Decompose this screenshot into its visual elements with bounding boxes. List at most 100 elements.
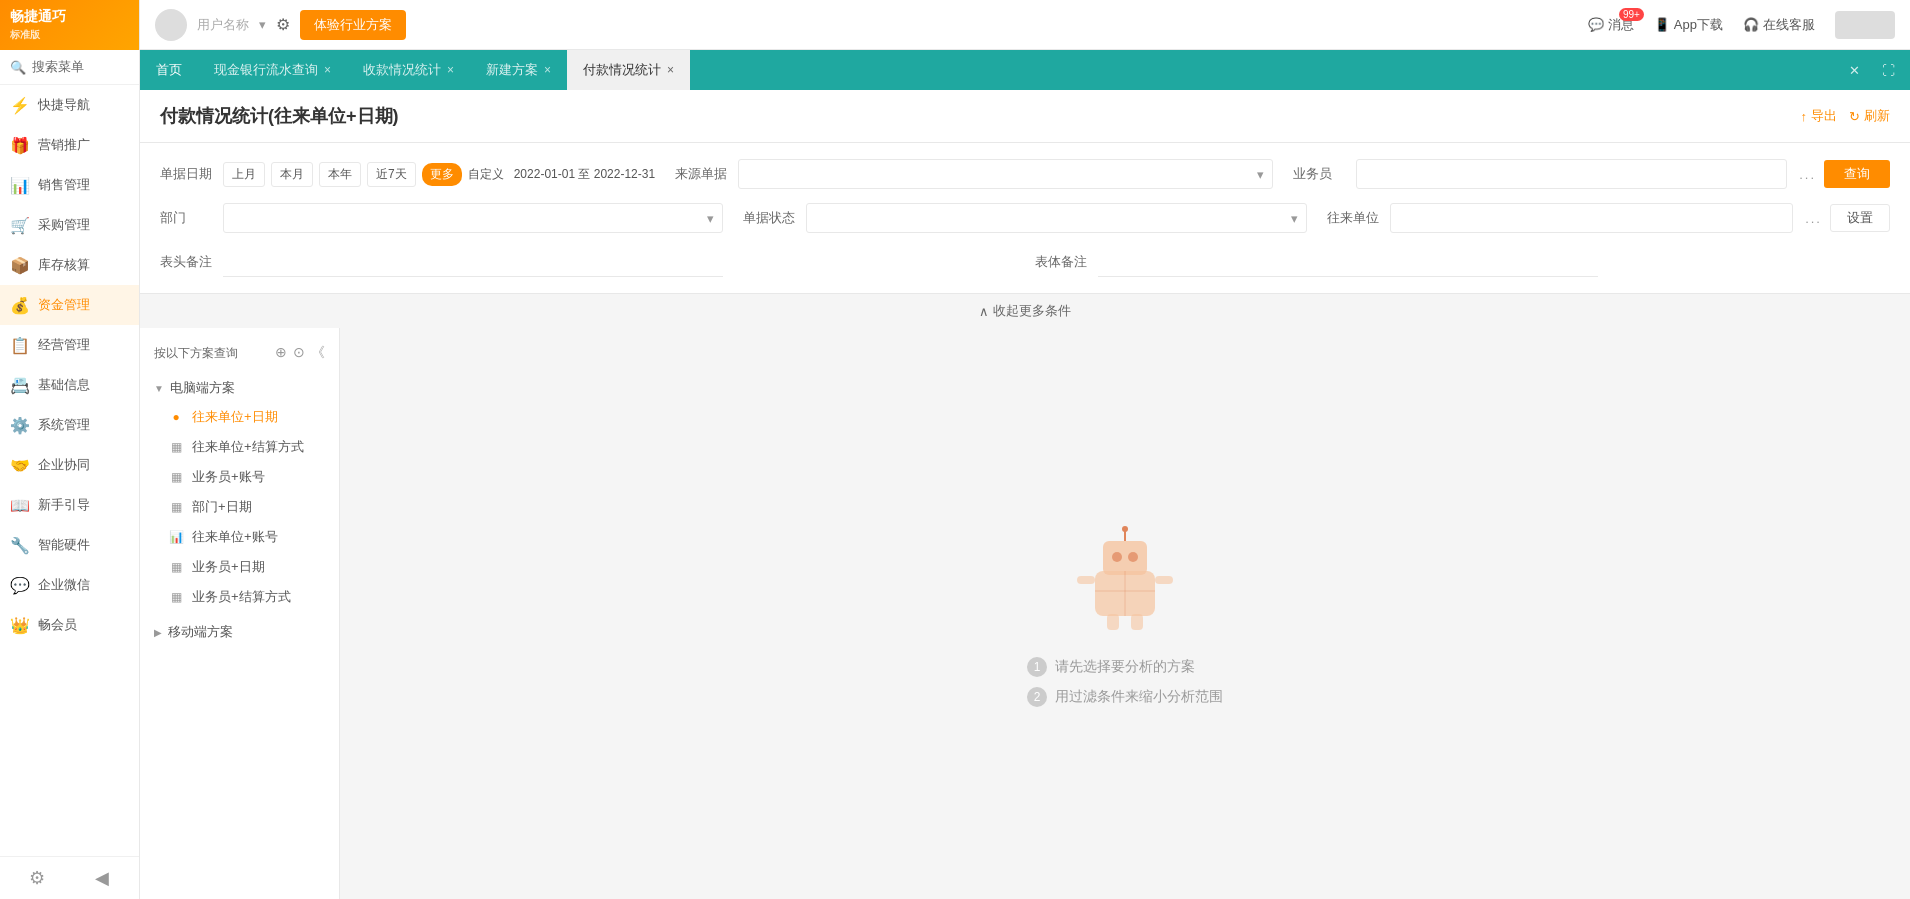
topbar: 用户名称 ▾ ⚙ 体验行业方案 💬 消息 99+ 📱 App下载 🎧 在线客服 [140, 0, 1910, 50]
empty-tip-1: 1 请先选择要分析的方案 [1027, 657, 1223, 677]
date-btn-last-month[interactable]: 上月 [223, 162, 265, 187]
settings-btn[interactable]: 设置 [1830, 204, 1890, 232]
tab-receipt[interactable]: 收款情况统计 × [347, 50, 470, 90]
page-header: 付款情况统计(往来单位+日期) ↑ 导出 ↻ 刷新 [140, 90, 1910, 143]
tab-close-all-btn[interactable]: ✕ [1842, 58, 1866, 82]
sidebar-sales-label: 销售管理 [38, 176, 90, 194]
sidebar-item-purchase[interactable]: 🛒 采购管理 [0, 205, 139, 245]
salesman-label: 业务员 [1293, 165, 1348, 183]
tab-payment-close[interactable]: × [667, 63, 674, 77]
sidebar-item-basic[interactable]: 📇 基础信息 [0, 365, 139, 405]
sidebar-item-guide[interactable]: 📖 新手引导 [0, 485, 139, 525]
refresh-label: 刷新 [1864, 107, 1890, 125]
add-scheme-btn[interactable]: ⊕ [275, 344, 287, 362]
right-main: 1 请先选择要分析的方案 2 用过滤条件来缩小分析范围 [340, 328, 1910, 899]
sidebar-collapse-btn[interactable]: ◀ [75, 867, 130, 889]
scheme-item-icon-salesman-date: ▦ [168, 559, 184, 575]
tab-home[interactable]: 首页 [140, 50, 198, 90]
partner-label: 往来单位 [1327, 209, 1382, 227]
topbar-user-btn[interactable] [1835, 11, 1895, 39]
date-btn-custom[interactable]: 自定义 [468, 166, 504, 183]
sidebar-enterprise-label: 企业协同 [38, 456, 90, 474]
date-btn-this-month[interactable]: 本月 [271, 162, 313, 187]
filter-cell-body-note: 表体备注 [1035, 247, 1890, 277]
empty-tips: 1 请先选择要分析的方案 2 用过滤条件来缩小分析范围 [1027, 657, 1223, 707]
refresh-btn[interactable]: ↻ 刷新 [1849, 107, 1890, 125]
hardware-icon: 🔧 [10, 535, 30, 555]
scheme-item-salesman-settle[interactable]: ▦ 业务员+结算方式 [140, 582, 339, 612]
export-btn[interactable]: ↑ 导出 [1801, 107, 1838, 125]
scheme-item-partner-settle[interactable]: ▦ 往来单位+结算方式 [140, 432, 339, 462]
sidebar-quicknav-label: 快捷导航 [38, 96, 90, 114]
scheme-settings-btn[interactable]: ⊙ [293, 344, 305, 362]
scheme-group-desktop: ▼ 电脑端方案 ● 往来单位+日期 ▦ 往来单位+结算方式 ▦ 业务员+账号 [140, 374, 339, 612]
marketing-icon: 🎁 [10, 135, 30, 155]
tab-fullscreen-btn[interactable]: ⛶ [1876, 58, 1900, 82]
sidebar-item-enterprise[interactable]: 🤝 企业协同 [0, 445, 139, 485]
content-area: 付款情况统计(往来单位+日期) ↑ 导出 ↻ 刷新 单据日期 上月 [140, 90, 1910, 899]
dept-select[interactable]: ▾ [223, 203, 723, 233]
salesman-select[interactable] [1356, 159, 1788, 189]
content-body: 按以下方案查询 ⊕ ⊙ 《 ▼ 电脑端方案 ● 往来单位+日期 [140, 328, 1910, 899]
tab-new-close[interactable]: × [544, 63, 551, 77]
tab-receipt-close[interactable]: × [447, 63, 454, 77]
sidebar-item-hardware[interactable]: 🔧 智能硬件 [0, 525, 139, 565]
sidebar-system-label: 系统管理 [38, 416, 90, 434]
docstatus-select[interactable]: ▾ [806, 203, 1306, 233]
sidebar-inventory-label: 库存核算 [38, 256, 90, 274]
main-area: 用户名称 ▾ ⚙ 体验行业方案 💬 消息 99+ 📱 App下载 🎧 在线客服 … [140, 0, 1910, 899]
sidebar-item-system[interactable]: ⚙️ 系统管理 [0, 405, 139, 445]
sidebar-operation-label: 经营管理 [38, 336, 90, 354]
scheme-item-dept-date[interactable]: ▦ 部门+日期 [140, 492, 339, 522]
date-btn-more[interactable]: 更多 [422, 163, 462, 186]
collapse-bar[interactable]: ∧ 收起更多条件 [140, 294, 1910, 328]
scheme-item-salesman-account[interactable]: ▦ 业务员+账号 [140, 462, 339, 492]
collapse-btn[interactable]: ∧ 收起更多条件 [979, 302, 1071, 320]
user-dropdown-icon[interactable]: ▾ [259, 17, 266, 32]
svg-point-2 [1112, 552, 1122, 562]
partner-dots[interactable]: ... [1805, 211, 1822, 226]
scheme-item-partner-date[interactable]: ● 往来单位+日期 [140, 402, 339, 432]
scheme-collapse-btn[interactable]: 《 [311, 344, 325, 362]
filter-panel: 单据日期 上月 本月 本年 近7天 更多 自定义 2022-01-01 至 20… [140, 143, 1910, 294]
tab-bank-close[interactable]: × [324, 63, 331, 77]
scheme-item-partner-account[interactable]: 📊 往来单位+账号 [140, 522, 339, 552]
tab-new[interactable]: 新建方案 × [470, 50, 567, 90]
scheme-item-salesman-date[interactable]: ▦ 业务员+日期 [140, 552, 339, 582]
trial-btn[interactable]: 体验行业方案 [300, 10, 406, 40]
source-select[interactable]: ▾ [738, 159, 1272, 189]
tip-num-2: 2 [1027, 687, 1047, 707]
date-btn-last-7days[interactable]: 近7天 [367, 162, 416, 187]
sidebar-item-member[interactable]: 👑 畅会员 [0, 605, 139, 645]
sidebar-item-quicknav[interactable]: ⚡ 快捷导航 [0, 85, 139, 125]
sidebar-item-sales[interactable]: 📊 销售管理 [0, 165, 139, 205]
search-icon: 🔍 [10, 60, 26, 75]
app-download-btn[interactable]: 📱 App下载 [1654, 16, 1723, 34]
body-note-input[interactable] [1098, 247, 1598, 277]
scheme-group-desktop-header[interactable]: ▼ 电脑端方案 [140, 374, 339, 402]
query-btn[interactable]: 查询 [1824, 160, 1890, 188]
sidebar-settings-btn[interactable]: ⚙ [10, 867, 65, 889]
tab-payment[interactable]: 付款情况统计 × [567, 50, 690, 90]
topbar-settings-icon[interactable]: ⚙ [276, 15, 290, 34]
tab-bank[interactable]: 现金银行流水查询 × [198, 50, 347, 90]
date-group: 上月 本月 本年 近7天 更多 自定义 2022-01-01 至 2022-12… [223, 162, 655, 187]
sidebar-item-finance[interactable]: 💰 资金管理 [0, 285, 139, 325]
sidebar-item-operation[interactable]: 📋 经营管理 [0, 325, 139, 365]
service-btn[interactable]: 🎧 在线客服 [1743, 16, 1815, 34]
sidebar-item-weixin[interactable]: 💬 企业微信 [0, 565, 139, 605]
user-name: 用户名称 [197, 16, 249, 34]
sidebar-item-marketing[interactable]: 🎁 营销推广 [0, 125, 139, 165]
date-btn-this-year[interactable]: 本年 [319, 162, 361, 187]
scheme-group-mobile-header[interactable]: ▶ 移动端方案 [140, 618, 339, 646]
salesman-dots[interactable]: ... [1799, 167, 1816, 182]
message-btn[interactable]: 💬 消息 99+ [1588, 16, 1634, 34]
left-panel-header: 按以下方案查询 ⊕ ⊙ 《 [140, 338, 339, 368]
partner-select[interactable] [1390, 203, 1793, 233]
page-header-actions: ↑ 导出 ↻ 刷新 [1801, 107, 1891, 125]
sidebar-item-search[interactable]: 🔍 搜索菜单 [0, 50, 139, 85]
sidebar-member-label: 畅会员 [38, 616, 77, 634]
scheme-item-icon-salesman-settle: ▦ [168, 589, 184, 605]
header-note-input[interactable] [223, 247, 723, 277]
sidebar-item-inventory[interactable]: 📦 库存核算 [0, 245, 139, 285]
